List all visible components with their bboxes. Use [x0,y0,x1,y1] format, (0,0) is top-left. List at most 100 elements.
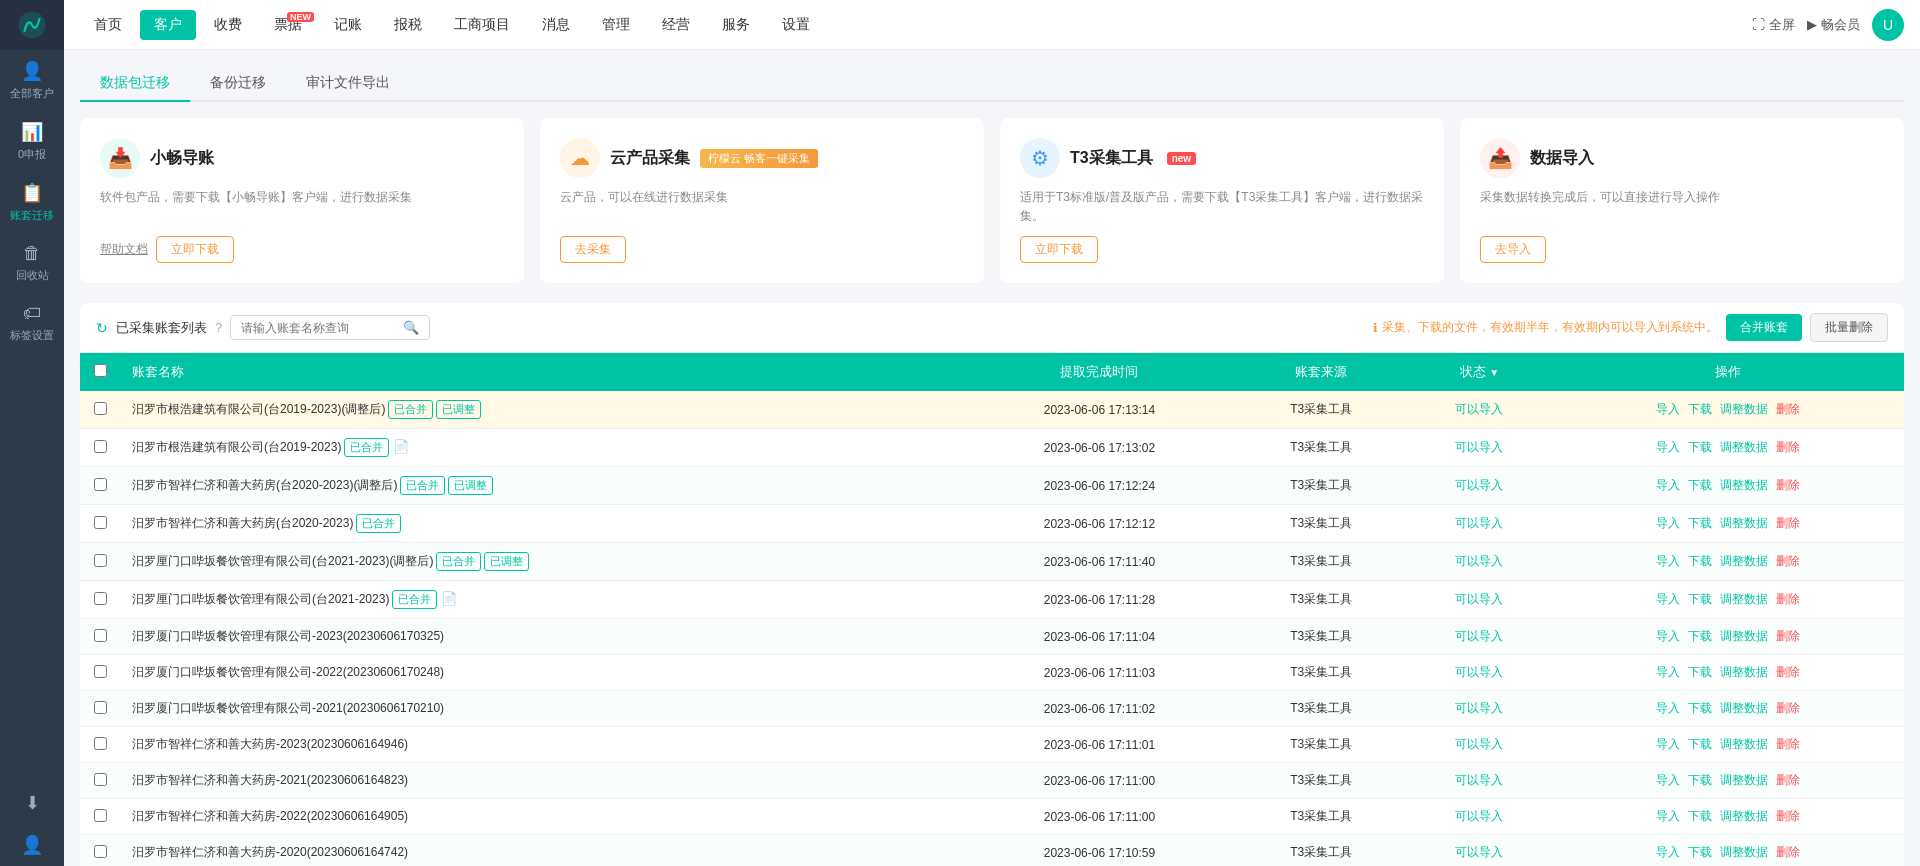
row-checkbox[interactable] [94,440,107,453]
action-delete[interactable]: 删除 [1776,516,1800,530]
action-导入[interactable]: 导入 [1656,592,1680,606]
refresh-icon[interactable]: ↻ [96,320,108,336]
action-导入[interactable]: 导入 [1656,402,1680,416]
action-调整数据[interactable]: 调整数据 [1720,440,1768,454]
action-导入[interactable]: 导入 [1656,773,1680,787]
fullscreen-button[interactable]: ⛶ 全屏 [1752,16,1795,34]
tab-backup-migration[interactable]: 备份迁移 [190,66,286,102]
member-button[interactable]: ▶ 畅会员 [1807,16,1860,34]
download-now-button[interactable]: 立即下载 [156,236,234,263]
action-delete[interactable]: 删除 [1776,737,1800,751]
action-调整数据[interactable]: 调整数据 [1720,554,1768,568]
sidebar-item-tag-settings[interactable]: 🏷 标签设置 [0,293,64,353]
action-导入[interactable]: 导入 [1656,665,1680,679]
action-调整数据[interactable]: 调整数据 [1720,592,1768,606]
action-delete[interactable]: 删除 [1776,402,1800,416]
help-doc-link[interactable]: 帮助文档 [100,241,148,258]
action-下载[interactable]: 下载 [1688,478,1712,492]
action-下载[interactable]: 下载 [1688,737,1712,751]
row-checkbox[interactable] [94,629,107,642]
action-导入[interactable]: 导入 [1656,440,1680,454]
action-调整数据[interactable]: 调整数据 [1720,701,1768,715]
action-delete[interactable]: 删除 [1776,629,1800,643]
row-checkbox[interactable] [94,554,107,567]
row-checkbox[interactable] [94,478,107,491]
action-调整数据[interactable]: 调整数据 [1720,845,1768,859]
action-调整数据[interactable]: 调整数据 [1720,737,1768,751]
row-checkbox[interactable] [94,845,107,858]
action-delete[interactable]: 删除 [1776,478,1800,492]
action-导入[interactable]: 导入 [1656,737,1680,751]
nav-home[interactable]: 首页 [80,10,136,40]
nav-messages[interactable]: 消息 [528,10,584,40]
search-box[interactable]: 🔍 [230,315,430,340]
row-checkbox[interactable] [94,516,107,529]
action-delete[interactable]: 删除 [1776,809,1800,823]
go-import-button[interactable]: 去导入 [1480,236,1546,263]
tab-audit-export[interactable]: 审计文件导出 [286,66,410,102]
action-下载[interactable]: 下载 [1688,665,1712,679]
nav-fees[interactable]: 收费 [200,10,256,40]
nav-services[interactable]: 服务 [708,10,764,40]
nav-bookkeeping[interactable]: 记账 [320,10,376,40]
action-下载[interactable]: 下载 [1688,440,1712,454]
action-导入[interactable]: 导入 [1656,845,1680,859]
action-调整数据[interactable]: 调整数据 [1720,773,1768,787]
action-调整数据[interactable]: 调整数据 [1720,516,1768,530]
action-下载[interactable]: 下载 [1688,554,1712,568]
search-input[interactable] [241,321,399,335]
action-调整数据[interactable]: 调整数据 [1720,402,1768,416]
nav-business[interactable]: 工商项目 [440,10,524,40]
row-checkbox[interactable] [94,809,107,822]
help-icon[interactable]: ? [215,320,222,335]
tab-data-migration[interactable]: 数据包迁移 [80,66,190,102]
sidebar-item-zero-report[interactable]: 📊 0申报 [0,111,64,172]
row-checkbox[interactable] [94,737,107,750]
action-调整数据[interactable]: 调整数据 [1720,629,1768,643]
avatar[interactable]: U [1872,9,1904,41]
row-checkbox[interactable] [94,592,107,605]
nav-clients[interactable]: 客户 [140,10,196,40]
action-下载[interactable]: 下载 [1688,592,1712,606]
select-all-checkbox[interactable] [94,364,107,377]
action-调整数据[interactable]: 调整数据 [1720,478,1768,492]
action-delete[interactable]: 删除 [1776,592,1800,606]
go-collect-button[interactable]: 去采集 [560,236,626,263]
action-调整数据[interactable]: 调整数据 [1720,809,1768,823]
action-delete[interactable]: 删除 [1776,554,1800,568]
action-下载[interactable]: 下载 [1688,516,1712,530]
action-delete[interactable]: 删除 [1776,845,1800,859]
sidebar-item-download[interactable]: ⬇ [0,782,64,824]
download-t3-button[interactable]: 立即下载 [1020,236,1098,263]
action-delete[interactable]: 删除 [1776,665,1800,679]
nav-settings[interactable]: 设置 [768,10,824,40]
nav-management[interactable]: 管理 [588,10,644,40]
sidebar-item-all-clients[interactable]: 👤 全部客户 [0,50,64,111]
action-导入[interactable]: 导入 [1656,478,1680,492]
sidebar-item-recycle[interactable]: 🗑 回收站 [0,233,64,293]
action-delete[interactable]: 删除 [1776,773,1800,787]
batch-delete-button[interactable]: 批量删除 [1810,313,1888,342]
row-checkbox[interactable] [94,701,107,714]
sidebar-item-account-transfer[interactable]: 📋 账套迁移 [0,172,64,233]
action-delete[interactable]: 删除 [1776,440,1800,454]
row-checkbox[interactable] [94,773,107,786]
action-导入[interactable]: 导入 [1656,629,1680,643]
action-delete[interactable]: 删除 [1776,701,1800,715]
action-下载[interactable]: 下载 [1688,629,1712,643]
action-导入[interactable]: 导入 [1656,516,1680,530]
action-下载[interactable]: 下载 [1688,773,1712,787]
merge-accounts-button[interactable]: 合并账套 [1726,314,1802,341]
action-导入[interactable]: 导入 [1656,809,1680,823]
action-下载[interactable]: 下载 [1688,845,1712,859]
action-下载[interactable]: 下载 [1688,701,1712,715]
nav-invoices[interactable]: 票据 NEW [260,10,316,40]
action-导入[interactable]: 导入 [1656,554,1680,568]
action-导入[interactable]: 导入 [1656,701,1680,715]
action-下载[interactable]: 下载 [1688,809,1712,823]
nav-tax[interactable]: 报税 [380,10,436,40]
action-调整数据[interactable]: 调整数据 [1720,665,1768,679]
action-下载[interactable]: 下载 [1688,402,1712,416]
sidebar-item-user-profile[interactable]: 👤 [0,824,64,866]
row-checkbox[interactable] [94,402,107,415]
